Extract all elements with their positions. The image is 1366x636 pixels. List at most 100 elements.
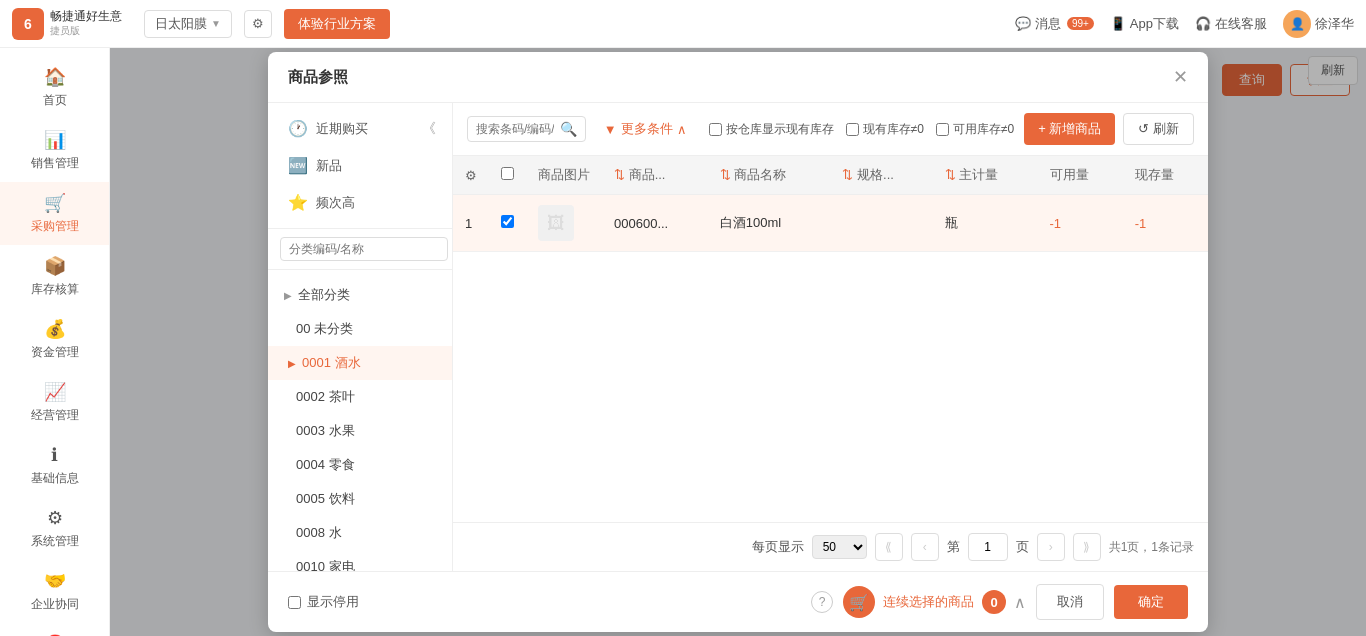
app-download-nav-item[interactable]: 📱 App下载 (1110, 15, 1179, 33)
headset-icon: 🎧 (1195, 16, 1211, 31)
cat-all[interactable]: ▶ 全部分类 (268, 278, 452, 312)
page-info: 共1页，1条记录 (1109, 539, 1194, 556)
col-unit[interactable]: ⇅ 主计量 (933, 156, 1038, 195)
cat-water[interactable]: 0008 水 (268, 516, 452, 550)
home-icon: 🏠 (44, 66, 66, 88)
show-disabled-label[interactable]: 显示停用 (288, 593, 359, 611)
product-image-placeholder: 🖼 (538, 205, 574, 241)
row-image: 🖼 (526, 195, 602, 252)
product-search-input[interactable] (476, 122, 554, 136)
logo-sub: 捷员版 (50, 24, 122, 38)
col-spec[interactable]: ⇅ 规格... (830, 156, 932, 195)
row-code: 000600... (602, 195, 708, 252)
quick-high-frequency[interactable]: ⭐ 频次高 (280, 187, 440, 218)
cat-tea[interactable]: 0002 茶叶 (268, 380, 452, 414)
modal-close-button[interactable]: ✕ (1173, 66, 1188, 88)
modal-body: 🕐 近期购买 《 🆕 新品 ⭐ 频次高 (268, 103, 1208, 571)
first-page-button[interactable]: ⟪ (875, 533, 903, 561)
store-dropdown[interactable]: 日太阳膜 ▼ (144, 10, 232, 38)
product-modal: 商品参照 ✕ 🕐 近期购买 《 (268, 52, 1208, 632)
checkbox-warehouse-stock[interactable]: 按仓库显示现有库存 (709, 121, 834, 138)
sidebar-item-finance[interactable]: 💰 资金管理 (0, 308, 109, 371)
col-image: 商品图片 (526, 156, 602, 195)
quick-recent-purchase[interactable]: 🕐 近期购买 (280, 113, 376, 144)
sidebar-item-guide[interactable]: 🎯 新手引导 (0, 623, 109, 636)
logo-icon: 6 (12, 8, 44, 40)
filter-icon: ▼ (604, 122, 617, 137)
info-icon: ℹ (51, 444, 58, 466)
user-nav-item[interactable]: 👤 徐泽华 (1283, 10, 1354, 38)
sidebar: 🏠 首页 📊 销售管理 🛒 采购管理 📦 库存核算 💰 资金管理 📈 经营管理 … (0, 48, 110, 636)
col-product-name[interactable]: ⇅ 商品名称 (708, 156, 831, 195)
cart-collapse-icon[interactable]: ∧ (1014, 593, 1026, 612)
messages-nav-item[interactable]: 💬 消息 99+ (1015, 15, 1094, 33)
cat-drinks[interactable]: 0005 饮料 (268, 482, 452, 516)
next-page-button[interactable]: › (1037, 533, 1065, 561)
sidebar-item-inventory[interactable]: 📦 库存核算 (0, 245, 109, 308)
experience-button[interactable]: 体验行业方案 (284, 9, 390, 39)
table-settings-icon[interactable]: ⚙ (465, 168, 477, 183)
sidebar-item-system[interactable]: ⚙ 系统管理 (0, 497, 109, 560)
add-product-button[interactable]: + 新增商品 (1024, 113, 1115, 145)
sidebar-item-operations[interactable]: 📈 经营管理 (0, 371, 109, 434)
col-checkbox (489, 156, 526, 195)
row-available: -1 (1038, 195, 1123, 252)
sidebar-item-sales[interactable]: 📊 销售管理 (0, 119, 109, 182)
new-icon: 🆕 (288, 156, 308, 175)
right-panel: 🔍 ▼ 更多条件 ∧ 按仓库显示现有库存 (453, 103, 1208, 571)
table-row[interactable]: 1 🖼 (453, 195, 1208, 252)
current-stock-checkbox[interactable] (846, 123, 859, 136)
main-content: 查询 设置 刷新 商品参照 ✕ (110, 48, 1366, 636)
filter-button[interactable]: ▼ 更多条件 ∧ (596, 116, 695, 142)
online-service-nav-item[interactable]: 🎧 在线客服 (1195, 15, 1267, 33)
message-icon: 💬 (1015, 16, 1031, 31)
last-page-button[interactable]: ⟫ (1073, 533, 1101, 561)
cat-liquor[interactable]: ▶ 0001 酒水 (268, 346, 452, 380)
toolbar-right: + 新增商品 ↺ 刷新 (1024, 113, 1194, 145)
refresh-button[interactable]: ↺ 刷新 (1123, 113, 1194, 145)
sidebar-item-basic-info[interactable]: ℹ 基础信息 (0, 434, 109, 497)
quick-access-section: 🕐 近期购买 《 🆕 新品 ⭐ 频次高 (268, 103, 452, 229)
available-stock-checkbox[interactable] (936, 123, 949, 136)
confirm-button[interactable]: 确定 (1114, 585, 1188, 619)
show-disabled-checkbox[interactable] (288, 596, 301, 609)
page-number-input[interactable] (968, 533, 1008, 561)
select-all-checkbox[interactable] (501, 167, 514, 180)
warehouse-stock-checkbox[interactable] (709, 123, 722, 136)
purchase-icon: 🛒 (44, 192, 66, 214)
prev-page-button[interactable]: ‹ (911, 533, 939, 561)
table-header-row: ⚙ 商品图片 (453, 156, 1208, 195)
category-search: 🔍 (268, 229, 452, 270)
sidebar-item-enterprise[interactable]: 🤝 企业协同 (0, 560, 109, 623)
col-settings: ⚙ (453, 156, 489, 195)
modal-title: 商品参照 (288, 68, 348, 87)
nav-settings-icon[interactable]: ⚙ (244, 10, 272, 38)
page-size-select[interactable]: 50 10 20 100 (812, 535, 867, 559)
help-icon[interactable]: ? (811, 591, 833, 613)
cat-appliances[interactable]: 0010 家电 (268, 550, 452, 571)
cart-count: 0 (982, 590, 1006, 614)
product-search-box[interactable]: 🔍 (467, 116, 586, 142)
col-product-code[interactable]: ⇅ 商品... (602, 156, 708, 195)
sidebar-item-purchase[interactable]: 🛒 采购管理 (0, 182, 109, 245)
navbar: 6 畅捷通好生意 捷员版 日太阳膜 ▼ ⚙ 体验行业方案 💬 消息 99+ 📱 … (0, 0, 1366, 48)
cart-area[interactable]: 🛒 连续选择的商品 0 ∧ (843, 586, 1026, 618)
nav-right: 💬 消息 99+ 📱 App下载 🎧 在线客服 👤 徐泽华 (1015, 10, 1354, 38)
checkbox-current-stock[interactable]: 现有库存≠0 (846, 121, 924, 138)
row-checkbox[interactable] (489, 195, 526, 252)
row-select-checkbox[interactable] (501, 215, 514, 228)
product-table: ⚙ 商品图片 (453, 156, 1208, 252)
cancel-button[interactable]: 取消 (1036, 584, 1104, 620)
category-search-input[interactable] (280, 237, 448, 261)
product-search-icon[interactable]: 🔍 (560, 121, 577, 137)
sort-icon: ⇅ (614, 167, 625, 182)
cat-uncategorized[interactable]: 00 未分类 (268, 312, 452, 346)
sort-icon-4: ⇅ (945, 167, 956, 182)
cat-snacks[interactable]: 0004 零食 (268, 448, 452, 482)
cat-fruit[interactable]: 0003 水果 (268, 414, 452, 448)
enterprise-icon: 🤝 (44, 570, 66, 592)
collapse-button[interactable]: 《 (418, 118, 440, 140)
quick-new-products[interactable]: 🆕 新品 (280, 150, 440, 181)
checkbox-available-stock[interactable]: 可用库存≠0 (936, 121, 1014, 138)
sidebar-item-home[interactable]: 🏠 首页 (0, 56, 109, 119)
